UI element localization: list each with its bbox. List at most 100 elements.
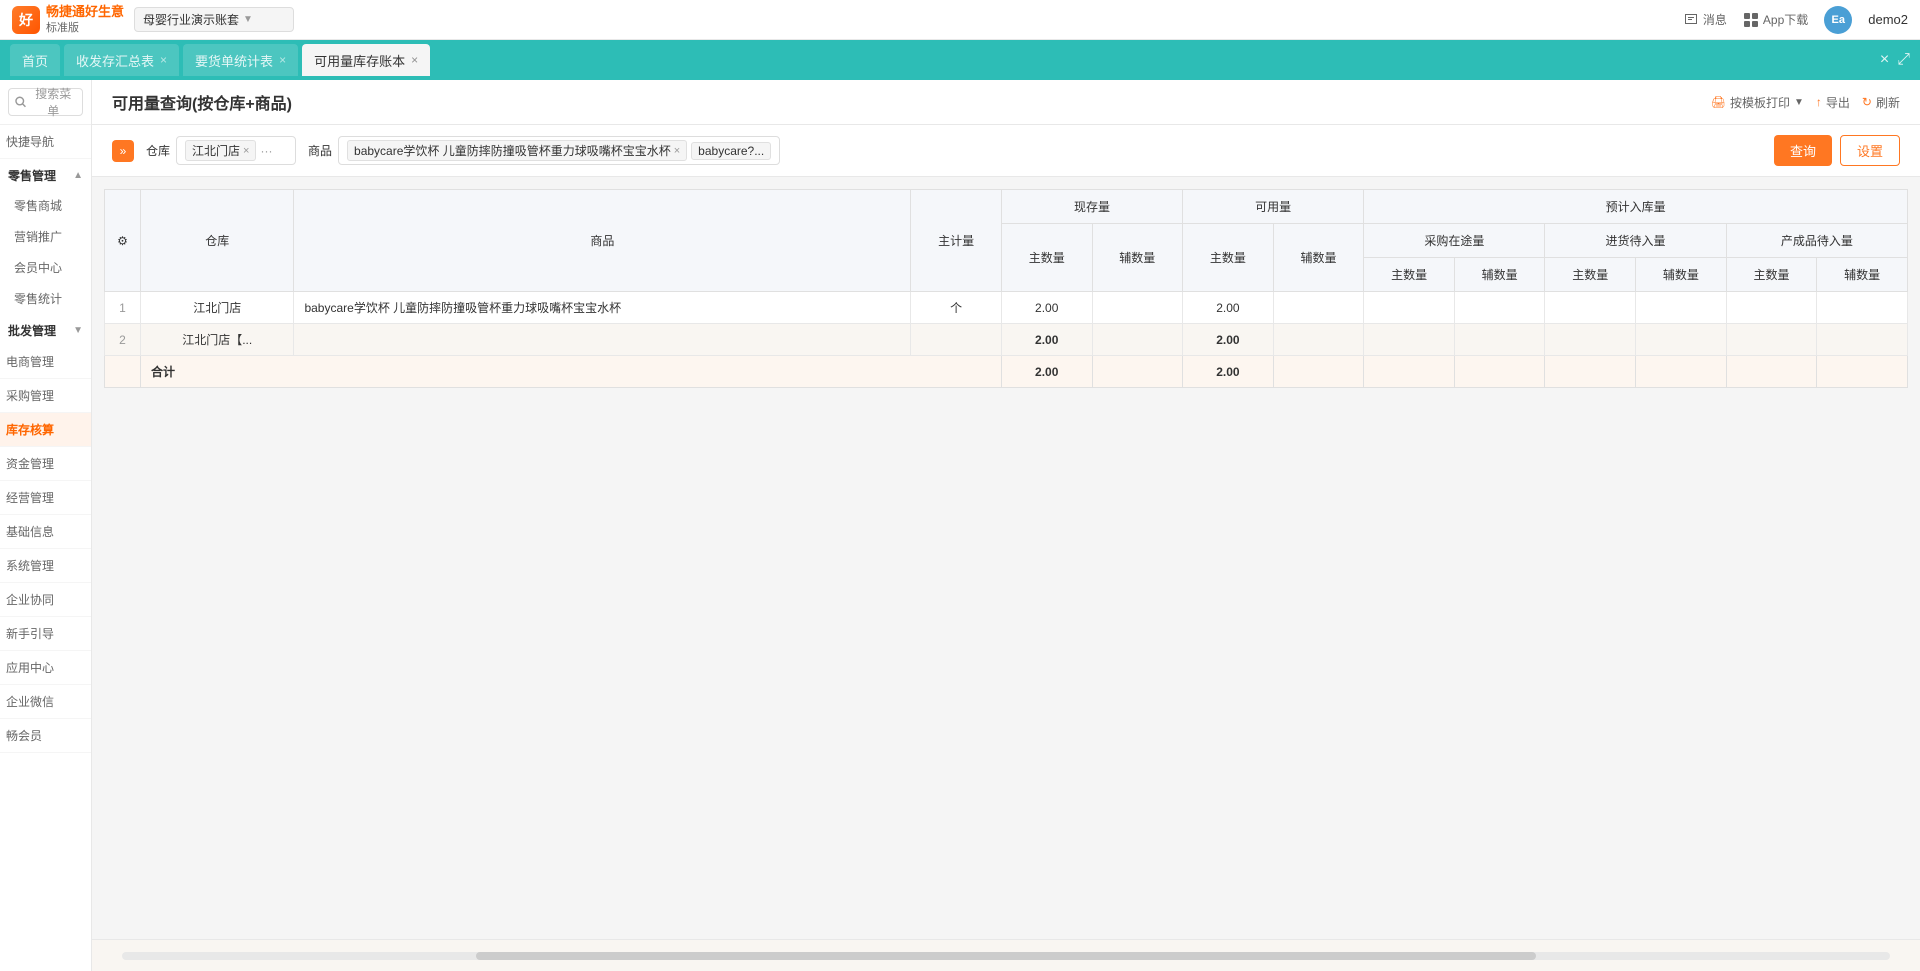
warehouse-tag: 江北门店 × — [185, 140, 256, 161]
sidebar-item-system[interactable]: 系统管理 — [0, 549, 91, 583]
row-2-unit — [911, 324, 1002, 356]
purchase-label: 采购管理 — [6, 387, 54, 404]
query-btn[interactable]: 查询 — [1774, 135, 1832, 166]
warehouse-filter-input[interactable]: 江北门店 × ··· — [176, 136, 296, 165]
row-2-production-main — [1726, 324, 1817, 356]
download-icon — [1743, 12, 1759, 28]
data-table: ⚙ 仓库 商品 主计量 现存量 可用量 预计入库量 主数量 辅数量 主数量 辅数… — [104, 189, 1908, 388]
th-production-aux: 辅数量 — [1817, 258, 1908, 292]
avatar-text: Ea — [1832, 14, 1845, 26]
goods-filter-input[interactable]: babycare学饮杯 儿童防摔防撞吸管杯重力球吸嘴杯宝宝水杯 × babyca… — [338, 136, 780, 165]
sidebar-item-quick-nav[interactable]: 快捷导航 — [0, 125, 91, 159]
row-1-goods: babycare学饮杯 儿童防摔防撞吸管杯重力球吸嘴杯宝宝水杯 — [294, 292, 911, 324]
goods-filter-group: 商品 babycare学饮杯 儿童防摔防撞吸管杯重力球吸嘴杯宝宝水杯 × bab… — [308, 136, 780, 165]
goods-tag-1-close[interactable]: × — [674, 145, 680, 157]
enterprise-label: 企业协同 — [6, 591, 54, 608]
sidebar-item-retail-stats[interactable]: 零售统计 — [0, 283, 91, 314]
tab-orders[interactable]: 要货单统计表 × — [183, 44, 298, 76]
settings-gear-icon[interactable]: ⚙ — [117, 234, 128, 248]
th-incoming-group: 进货待入量 — [1545, 224, 1726, 258]
system-label: 系统管理 — [6, 557, 54, 574]
sidebar-item-enterprise-wx[interactable]: 企业微信 — [0, 685, 91, 719]
sidebar-item-app-center[interactable]: 应用中心 — [0, 651, 91, 685]
expand-icon: » — [120, 144, 127, 158]
export-icon: ↑ — [1816, 95, 1822, 109]
summary-production-aux — [1817, 356, 1908, 388]
row-2-no: 2 — [105, 324, 141, 356]
sidebar-group-wholesale: 批发管理 ▼ — [0, 314, 91, 345]
th-purchase-group: 采购在途量 — [1364, 224, 1545, 258]
search-icon — [15, 96, 26, 108]
tab-orders-label: 要货单统计表 — [195, 51, 273, 70]
sidebar-search-btn[interactable]: 搜索菜单 — [8, 88, 83, 116]
sidebar-item-inventory[interactable]: 库存核算 — [0, 413, 91, 447]
sidebar-item-basics[interactable]: 基础信息 — [0, 515, 91, 549]
store-selector[interactable]: 母婴行业演示账套 ▼ — [134, 7, 294, 32]
sidebar-item-retail-member[interactable]: 会员中心 — [0, 252, 91, 283]
row-2-incoming-main — [1545, 324, 1636, 356]
summary-empty-1 — [105, 356, 141, 388]
filter-expand-btn[interactable]: » — [112, 140, 134, 162]
sidebar-item-purchase[interactable]: 采购管理 — [0, 379, 91, 413]
filter-bar: » 仓库 江北门店 × ··· 商品 babycare学饮杯 儿童防摔防撞吸管杯… — [92, 125, 1920, 177]
th-avail-aux: 辅数量 — [1273, 224, 1364, 292]
message-label: 消息 — [1703, 11, 1727, 28]
table-container: ⚙ 仓库 商品 主计量 现存量 可用量 预计入库量 主数量 辅数量 主数量 辅数… — [92, 177, 1920, 939]
th-stock-group: 现存量 — [1001, 190, 1182, 224]
app-download-btn[interactable]: App下载 — [1743, 11, 1808, 28]
sidebar-item-retail-mall[interactable]: 零售商城 — [0, 190, 91, 221]
tab-fullscreen-btn[interactable]: ⤢ — [1897, 51, 1910, 69]
refresh-btn[interactable]: ↻ 刷新 — [1862, 94, 1900, 111]
search-placeholder: 搜索菜单 — [30, 85, 76, 119]
wholesale-group-label: 批发管理 — [8, 322, 56, 339]
print-btn[interactable]: 🖨 按模板打印 ▼ — [1711, 94, 1804, 111]
settings-btn[interactable]: 设置 — [1840, 135, 1900, 166]
tab-receipts-close[interactable]: × — [160, 53, 167, 67]
enterprise-wx-label: 企业微信 — [6, 693, 54, 710]
sidebar-group-retail-items: 零售商城 营销推广 会员中心 零售统计 — [0, 190, 91, 314]
tab-bar: 首页 收发存汇总表 × 要货单统计表 × 可用量库存账本 × × ⤢ — [0, 40, 1920, 80]
export-btn[interactable]: ↑ 导出 — [1816, 94, 1850, 111]
sidebar-group-retail-header[interactable]: 零售管理 ▲ — [0, 159, 91, 190]
summary-label: 合计 — [141, 356, 1002, 388]
app-center-label: 应用中心 — [6, 659, 54, 676]
summary-avail-main: 2.00 — [1183, 356, 1274, 388]
th-incoming-aux: 辅数量 — [1636, 258, 1727, 292]
sidebar-item-operations[interactable]: 经营管理 — [0, 481, 91, 515]
tab-inventory-close[interactable]: × — [411, 53, 418, 67]
tab-home[interactable]: 首页 — [10, 44, 60, 76]
summary-row: 合计 2.00 2.00 — [105, 356, 1908, 388]
page-title: 可用量查询(按仓库+商品) — [112, 90, 292, 114]
th-available-group: 可用量 — [1183, 190, 1364, 224]
logo-text: 畅捷通好生意 标准版 — [46, 4, 124, 35]
horizontal-scrollbar[interactable] — [122, 952, 1890, 960]
message-btn[interactable]: 消息 — [1683, 11, 1727, 28]
sidebar-group-wholesale-header[interactable]: 批发管理 ▼ — [0, 314, 91, 345]
tab-receipts-label: 收发存汇总表 — [76, 51, 154, 70]
warehouse-tag-close[interactable]: × — [243, 145, 249, 157]
sidebar-item-ecommerce[interactable]: 电商管理 — [0, 345, 91, 379]
tab-close-all-btn[interactable]: × — [1880, 51, 1889, 69]
message-icon — [1683, 12, 1699, 28]
tab-inventory[interactable]: 可用量库存账本 × — [302, 44, 430, 76]
newbie-label: 新手引导 — [6, 625, 54, 642]
logo-icon: 好 — [12, 6, 40, 34]
finance-label: 资金管理 — [6, 455, 54, 472]
sidebar-item-retail-promo[interactable]: 营销推广 — [0, 221, 91, 252]
inventory-label: 库存核算 — [6, 421, 54, 438]
goods-tag-1: babycare学饮杯 儿童防摔防撞吸管杯重力球吸嘴杯宝宝水杯 × — [347, 140, 687, 161]
row-1-warehouse: 江北门店 — [141, 292, 294, 324]
quick-nav-label: 快捷导航 — [6, 133, 54, 150]
sidebar-item-finance[interactable]: 资金管理 — [0, 447, 91, 481]
sidebar-item-enterprise[interactable]: 企业协同 — [0, 583, 91, 617]
row-1-no: 1 — [105, 292, 141, 324]
summary-incoming-aux — [1636, 356, 1727, 388]
chevron-down-icon: ▼ — [243, 14, 253, 25]
sidebar-item-newbie[interactable]: 新手引导 — [0, 617, 91, 651]
tab-home-label: 首页 — [22, 51, 48, 70]
th-production-group: 产成品待入量 — [1726, 224, 1907, 258]
username[interactable]: demo2 — [1868, 12, 1908, 27]
tab-receipts[interactable]: 收发存汇总表 × — [64, 44, 179, 76]
sidebar-item-vip[interactable]: 畅会员 — [0, 719, 91, 753]
tab-orders-close[interactable]: × — [279, 53, 286, 67]
